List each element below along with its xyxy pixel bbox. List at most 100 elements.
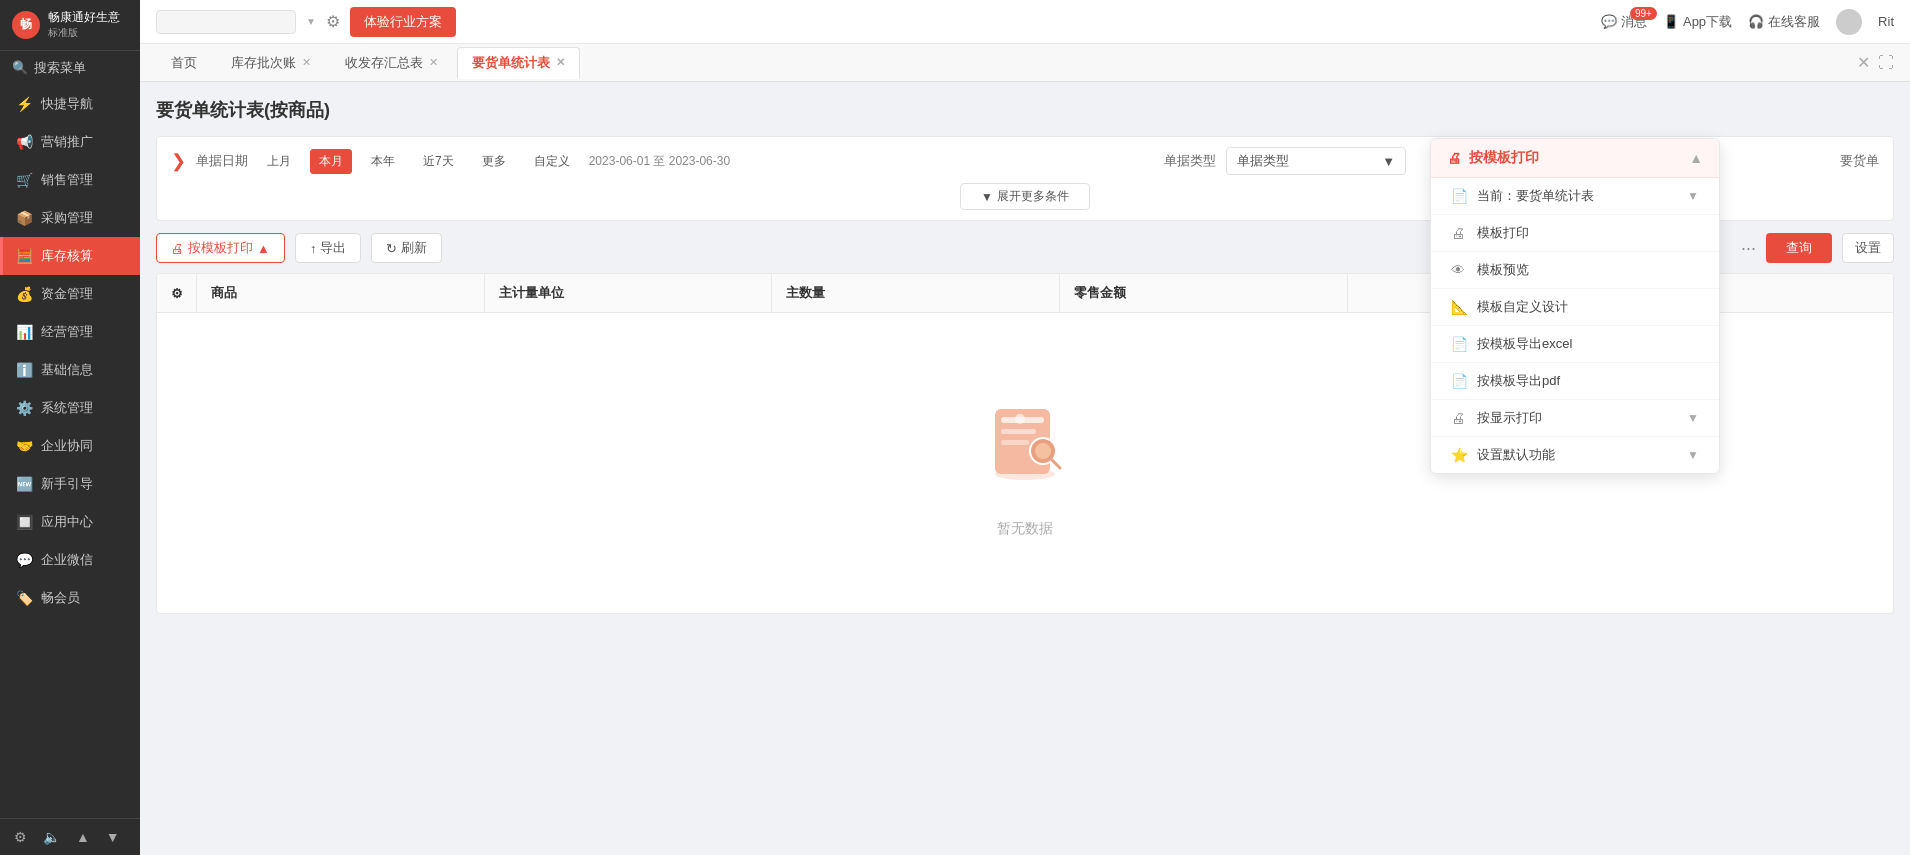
user-avatar[interactable] [1836, 9, 1862, 35]
sidebar-item-purchase[interactable]: 📦 采购管理 [0, 199, 140, 237]
user-name[interactable]: Rit [1878, 14, 1894, 29]
date-filter-label: 单据日期 [196, 152, 248, 170]
sidebar-label-inventory: 库存核算 [41, 247, 93, 265]
more-btn[interactable]: ··· [1741, 238, 1756, 259]
sidebar-item-weixin[interactable]: 💬 企业微信 [0, 541, 140, 579]
svg-rect-4 [1001, 440, 1029, 445]
main-area: ▼ ⚙ 体验行业方案 💬 消息 99+ 📱 App下载 🎧 在线客服 Rit 首… [140, 0, 1910, 855]
tab-inventory-batch-label: 库存批次账 [231, 54, 296, 72]
messages-icon: 💬 [1601, 14, 1617, 29]
dropdown-close-btn[interactable]: ▲ [1689, 150, 1703, 166]
logo: 畅 畅康通好生意 标准版 [0, 0, 140, 51]
dropdown-display-print[interactable]: 🖨 按显示打印 ▼ [1431, 400, 1719, 437]
tab-inventory-batch[interactable]: 库存批次账 ✕ [216, 47, 326, 79]
tab-order-stats-close[interactable]: ✕ [556, 56, 565, 69]
tab-maximize-btn[interactable]: ⛶ [1878, 54, 1894, 72]
search-menu-item[interactable]: 🔍 搜索菜单 [0, 51, 140, 85]
dropdown-template-excel[interactable]: 📄 按模板导出excel [1431, 326, 1719, 363]
mute-footer-btn[interactable]: 🔈 [41, 827, 62, 847]
svg-line-7 [1052, 460, 1060, 468]
tabs-bar: 首页 库存批次账 ✕ 收发存汇总表 ✕ 要货单统计表 ✕ ✕ ⛶ [140, 44, 1910, 82]
dropdown-default-func[interactable]: ⭐ 设置默认功能 ▼ [1431, 437, 1719, 473]
export-btn[interactable]: ↑ 导出 [295, 233, 362, 263]
sidebar-icon-collab: 🤝 [15, 438, 33, 454]
sidebar-label-operations: 经营管理 [41, 323, 93, 341]
dropdown-print-icon: 🖨 [1447, 150, 1461, 166]
trial-btn[interactable]: 体验行业方案 [350, 7, 456, 37]
settings-btn[interactable]: 设置 [1842, 233, 1894, 263]
sidebar-icon-marketing: 📢 [15, 134, 33, 150]
page-title: 要货单统计表(按商品) [156, 98, 1894, 122]
topbar: ▼ ⚙ 体验行业方案 💬 消息 99+ 📱 App下载 🎧 在线客服 Rit [140, 0, 1910, 44]
tab-inventory-batch-close[interactable]: ✕ [302, 56, 311, 69]
sidebar-icon-apps: 🔲 [15, 514, 33, 530]
dropdown-template-pdf[interactable]: 📄 按模板导出pdf [1431, 363, 1719, 400]
tab-close-window-btn[interactable]: ✕ [1857, 53, 1870, 72]
scroll-down-btn[interactable]: ▼ [104, 827, 122, 847]
sidebar-item-inventory[interactable]: 🧮 库存核算 [0, 237, 140, 275]
last-7-btn[interactable]: 近7天 [414, 149, 463, 174]
logo-icon: 畅 [12, 11, 40, 39]
th-quantity: 主数量 [772, 274, 1060, 312]
topbar-gear-icon[interactable]: ⚙ [326, 12, 340, 31]
sidebar-item-quick-nav[interactable]: ⚡ 快捷导航 [0, 85, 140, 123]
tab-receipt-summary[interactable]: 收发存汇总表 ✕ [330, 47, 453, 79]
sidebar-item-collab[interactable]: 🤝 企业协同 [0, 427, 140, 465]
app-tag: 标准版 [48, 26, 120, 40]
this-month-btn[interactable]: 本月 [310, 149, 352, 174]
more-date-btn[interactable]: 更多 [473, 149, 515, 174]
dropdown-current-item[interactable]: 📄 当前：要货单统计表 ▼ [1431, 178, 1719, 215]
tab-order-stats[interactable]: 要货单统计表 ✕ [457, 47, 580, 79]
query-btn[interactable]: 查询 [1766, 233, 1832, 263]
dropdown-template-design[interactable]: 📐 模板自定义设计 [1431, 289, 1719, 326]
scroll-up-btn[interactable]: ▲ [74, 827, 92, 847]
empty-text: 暂无数据 [997, 520, 1053, 538]
last-month-btn[interactable]: 上月 [258, 149, 300, 174]
tab-receipt-summary-close[interactable]: ✕ [429, 56, 438, 69]
template-pdf-icon: 📄 [1451, 373, 1467, 389]
th-product: 商品 [197, 274, 485, 312]
tab-receipt-summary-label: 收发存汇总表 [345, 54, 423, 72]
messages-btn[interactable]: 💬 消息 99+ [1601, 13, 1647, 31]
sidebar-item-system[interactable]: ⚙️ 系统管理 [0, 389, 140, 427]
type-dropdown[interactable]: 单据类型 ▼ [1226, 147, 1406, 175]
content-area: 要货单统计表(按商品) ❯ 单据日期 上月 本月 本年 近7天 更多 自定义 2… [140, 82, 1910, 855]
dropdown-template-preview[interactable]: 👁 模板预览 [1431, 252, 1719, 289]
template-excel-label: 按模板导出excel [1477, 335, 1572, 353]
sidebar-item-apps[interactable]: 🔲 应用中心 [0, 503, 140, 541]
refresh-btn[interactable]: ↻ 刷新 [371, 233, 442, 263]
print-btn[interactable]: 🖨 按模板打印 ▲ [156, 233, 285, 263]
topbar-right: 💬 消息 99+ 📱 App下载 🎧 在线客服 Rit [1601, 9, 1894, 35]
th-unit: 主计量单位 [485, 274, 773, 312]
dropdown-template-print[interactable]: 🖨 模板打印 [1431, 215, 1719, 252]
dropdown-header-left: 🖨 按模板打印 [1447, 149, 1539, 167]
export-icon: ↑ [310, 241, 317, 256]
goods-filter-label: 要货单 [1840, 152, 1879, 170]
sidebar-item-operations[interactable]: 📊 经营管理 [0, 313, 140, 351]
sidebar-icon-inventory: 🧮 [15, 248, 33, 264]
print-label: 按模板打印 [188, 239, 253, 257]
expand-more-btn[interactable]: ▼ 展开更多条件 [960, 183, 1090, 210]
sidebar-item-marketing[interactable]: 📢 营销推广 [0, 123, 140, 161]
topbar-dropdown-icon: ▼ [306, 16, 316, 27]
online-service-btn[interactable]: 🎧 在线客服 [1748, 13, 1820, 31]
sidebar-item-member[interactable]: 🏷️ 畅会员 [0, 579, 140, 617]
custom-date-btn[interactable]: 自定义 [525, 149, 579, 174]
this-year-btn[interactable]: 本年 [362, 149, 404, 174]
th-gear[interactable]: ⚙ [157, 274, 197, 312]
sidebar-label-quick-nav: 快捷导航 [41, 95, 93, 113]
sidebar-label-finance: 资金管理 [41, 285, 93, 303]
topbar-search-input[interactable] [156, 10, 296, 34]
svg-rect-3 [1001, 429, 1036, 434]
app-download-btn[interactable]: 📱 App下载 [1663, 13, 1732, 31]
sidebar-item-guide[interactable]: 🆕 新手引导 [0, 465, 140, 503]
tab-home[interactable]: 首页 [156, 47, 212, 79]
refresh-label: 刷新 [401, 239, 427, 257]
sidebar-label-sales: 销售管理 [41, 171, 93, 189]
type-filter-label: 单据类型 [1164, 152, 1216, 170]
settings-footer-btn[interactable]: ⚙ [12, 827, 29, 847]
filter-expand-icon[interactable]: ❯ [171, 150, 186, 172]
sidebar-item-sales[interactable]: 🛒 销售管理 [0, 161, 140, 199]
sidebar-item-finance[interactable]: 💰 资金管理 [0, 275, 140, 313]
sidebar-item-basic[interactable]: ℹ️ 基础信息 [0, 351, 140, 389]
